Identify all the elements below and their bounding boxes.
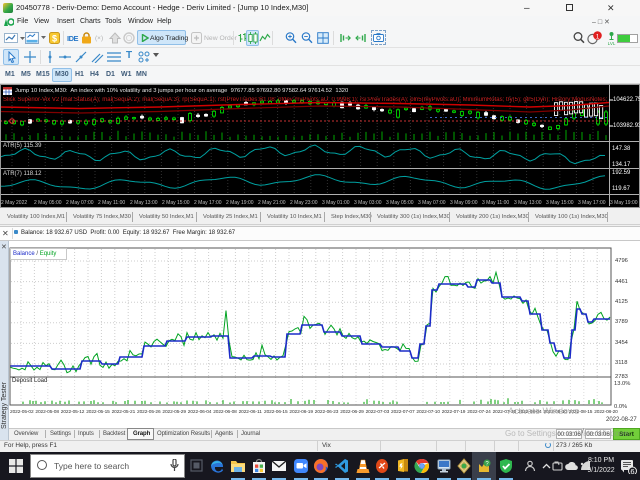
- svg-text:1: 1: [596, 33, 600, 40]
- svg-text:6: 6: [630, 467, 634, 474]
- svg-text:LVL: LVL: [608, 41, 616, 45]
- svg-text:$: $: [52, 34, 57, 44]
